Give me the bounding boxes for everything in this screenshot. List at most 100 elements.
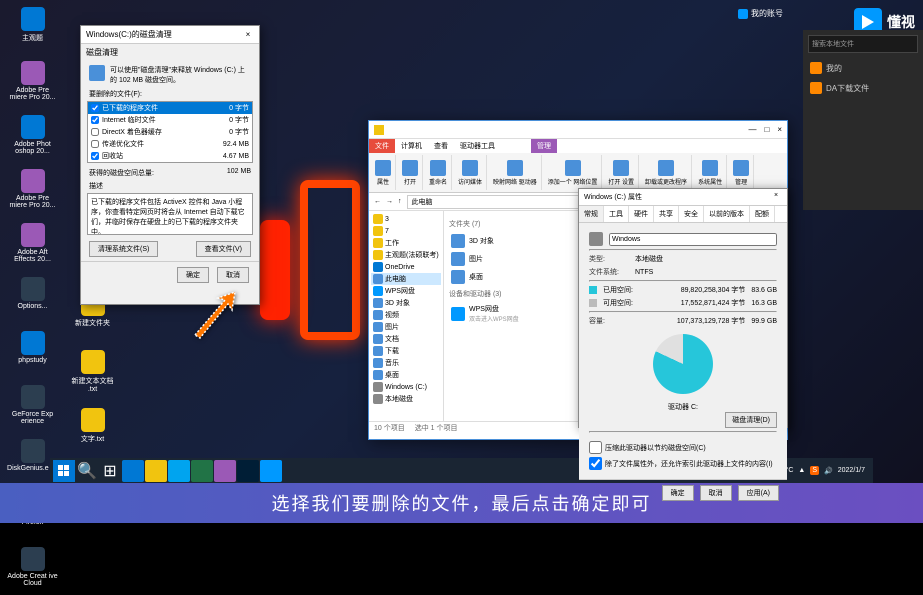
file-category-row[interactable]: DirectX 着色器缓存0 字节 <box>88 126 252 138</box>
tree-item[interactable]: 下载 <box>371 345 441 357</box>
properties-tab[interactable]: 工具 <box>604 206 629 222</box>
explorer-icon[interactable] <box>145 460 167 482</box>
forward-icon[interactable]: → <box>386 198 393 205</box>
tab-disk-cleanup[interactable]: 磁盘清理 <box>86 48 118 57</box>
checkbox[interactable] <box>91 104 99 112</box>
checkbox[interactable] <box>91 140 99 148</box>
compress-checkbox[interactable]: 压缩此驱动器以节约磁盘空间(C) <box>589 441 777 454</box>
navigation-tree[interactable]: 37工作主观题(法硕联考)OneDrive此电脑WPS网盘3D 对象视频图片文档… <box>369 211 444 421</box>
back-icon[interactable]: ← <box>374 198 381 205</box>
tree-item[interactable]: 3D 对象 <box>371 297 441 309</box>
properties-tab[interactable]: 常规 <box>579 206 604 222</box>
desktop-icon[interactable]: Options... <box>5 275 60 325</box>
desktop-icon[interactable]: 主观题 <box>5 5 60 55</box>
checkbox[interactable] <box>91 128 99 136</box>
drive-name-input[interactable] <box>609 233 777 246</box>
tray-icon[interactable]: ▲ <box>798 467 805 474</box>
properties-tab[interactable]: 配额 <box>750 206 775 222</box>
disk-cleanup-button[interactable]: 磁盘清理(D) <box>725 412 777 428</box>
tree-item[interactable]: 工作 <box>371 237 441 249</box>
clock[interactable]: 2022/1/7 <box>838 467 865 474</box>
desktop-icon[interactable]: 新建文本文档 .txt <box>65 348 120 398</box>
tree-item[interactable]: 本地磁盘 <box>371 393 441 405</box>
ime-icon[interactable]: S <box>810 466 819 475</box>
clean-system-files-button[interactable]: 清理系统文件(S) <box>89 241 158 257</box>
file-category-row[interactable]: 回收站4.67 MB <box>88 150 252 162</box>
sidebar-item[interactable]: DA下载文件 <box>808 78 918 98</box>
index-checkbox[interactable]: 除了文件属性外，还允许索引此驱动器上文件的内容(I) <box>589 457 777 470</box>
checkbox[interactable] <box>91 152 99 160</box>
properties-tab[interactable]: 以前的版本 <box>704 206 750 222</box>
up-icon[interactable]: ↑ <box>398 198 402 205</box>
ribbon-tab[interactable]: 查看 <box>428 139 454 153</box>
tree-item[interactable]: Windows (C:) <box>371 381 441 393</box>
desktop-icon[interactable]: Adobe Pre miere Pro 20... <box>5 167 60 217</box>
desktop-icon[interactable]: Adobe Pre miere Pro 20... <box>5 59 60 109</box>
search-input[interactable]: 搜索本地文件 <box>808 35 918 53</box>
tree-item[interactable]: 此电脑 <box>371 273 441 285</box>
properties-tab[interactable]: 安全 <box>679 206 704 222</box>
task-view-icon[interactable]: ⊞ <box>99 460 121 482</box>
premiere-icon[interactable] <box>214 460 236 482</box>
close-icon[interactable]: × <box>777 125 782 134</box>
ribbon-button[interactable]: 属性 <box>371 155 396 190</box>
desktop-icon[interactable]: 文字.txt <box>65 406 120 456</box>
dialog-titlebar[interactable]: Windows (C:) 属性 × <box>579 189 787 206</box>
ribbon-button[interactable]: 卸载或更改程序 <box>641 155 692 190</box>
file-category-row[interactable]: 已下载的程序文件0 字节 <box>88 102 252 114</box>
tree-item[interactable]: 文档 <box>371 333 441 345</box>
ribbon-tab[interactable]: 驱动器工具 <box>454 139 501 153</box>
ok-button[interactable]: 确定 <box>177 267 209 283</box>
files-to-delete-list[interactable]: 已下载的程序文件0 字节Internet 临时文件0 字节DirectX 着色器… <box>87 101 253 163</box>
account-label[interactable]: 我的账号 <box>738 8 783 19</box>
edge-icon[interactable] <box>122 460 144 482</box>
system-tray[interactable]: 16°C ▲ S 🔊 2022/1/7 <box>778 466 870 475</box>
desktop-icon[interactable]: phpstudy <box>5 329 60 379</box>
desktop-icon[interactable]: Adobe Phot oshop 20... <box>5 113 60 163</box>
minimize-icon[interactable]: — <box>748 125 756 134</box>
volume-icon[interactable]: 🔊 <box>824 467 833 475</box>
ribbon-button[interactable]: 添加一个 网络位置 <box>544 155 603 190</box>
apply-button[interactable]: 应用(A) <box>738 485 779 501</box>
close-icon[interactable]: × <box>242 30 254 39</box>
ribbon-button[interactable]: 管理 <box>729 155 754 190</box>
maximize-icon[interactable]: □ <box>764 125 769 134</box>
properties-tab[interactable]: 共享 <box>654 206 679 222</box>
tree-item[interactable]: 桌面 <box>371 369 441 381</box>
close-icon[interactable]: × <box>770 192 782 202</box>
tree-item[interactable]: 音乐 <box>371 357 441 369</box>
ribbon-tab[interactable]: 计算机 <box>395 139 428 153</box>
tree-item[interactable]: WPS网盘 <box>371 285 441 297</box>
file-category-row[interactable]: 传递优化文件92.4 MB <box>88 138 252 150</box>
search-icon[interactable]: 🔍 <box>76 460 98 482</box>
view-files-button[interactable]: 查看文件(V) <box>196 241 251 257</box>
start-button[interactable] <box>53 460 75 482</box>
ribbon-button[interactable]: 映射网络 驱动器 <box>489 155 542 190</box>
tree-item[interactable]: 7 <box>371 225 441 237</box>
ribbon-tab[interactable]: 文件 <box>369 139 395 153</box>
properties-tab[interactable]: 硬件 <box>629 206 654 222</box>
ribbon-button[interactable]: 访问媒体 <box>454 155 487 190</box>
desktop-icon[interactable]: Adobe Aft Effects 20... <box>5 221 60 271</box>
tree-item[interactable]: 图片 <box>371 321 441 333</box>
explorer-titlebar[interactable]: — □ × <box>369 121 787 139</box>
app-icon[interactable] <box>168 460 190 482</box>
ribbon-button[interactable]: 重命名 <box>425 155 452 190</box>
checkbox[interactable] <box>91 116 99 124</box>
ribbon-button[interactable]: 系统属性 <box>694 155 727 190</box>
photoshop-icon[interactable] <box>237 460 259 482</box>
desktop-icon[interactable]: GeForce Exp erience <box>5 383 60 433</box>
cancel-button[interactable]: 取消 <box>217 267 249 283</box>
cancel-button[interactable]: 取消 <box>700 485 732 501</box>
app-icon[interactable] <box>260 460 282 482</box>
tree-item[interactable]: 主观题(法硕联考) <box>371 249 441 261</box>
desktop-icon[interactable]: Adobe Creat ive Cloud <box>5 545 60 595</box>
ribbon-button[interactable]: 打开 <box>398 155 423 190</box>
tree-item[interactable]: 视频 <box>371 309 441 321</box>
sidebar-item[interactable]: 我的 <box>808 58 918 78</box>
tree-item[interactable]: OneDrive <box>371 261 441 273</box>
dialog-titlebar[interactable]: Windows(C:)的磁盘清理 × <box>81 26 259 44</box>
ok-button[interactable]: 确定 <box>662 485 694 501</box>
tab-manage[interactable]: 管理 <box>531 139 557 153</box>
ribbon-button[interactable]: 打开 设置 <box>604 155 639 190</box>
